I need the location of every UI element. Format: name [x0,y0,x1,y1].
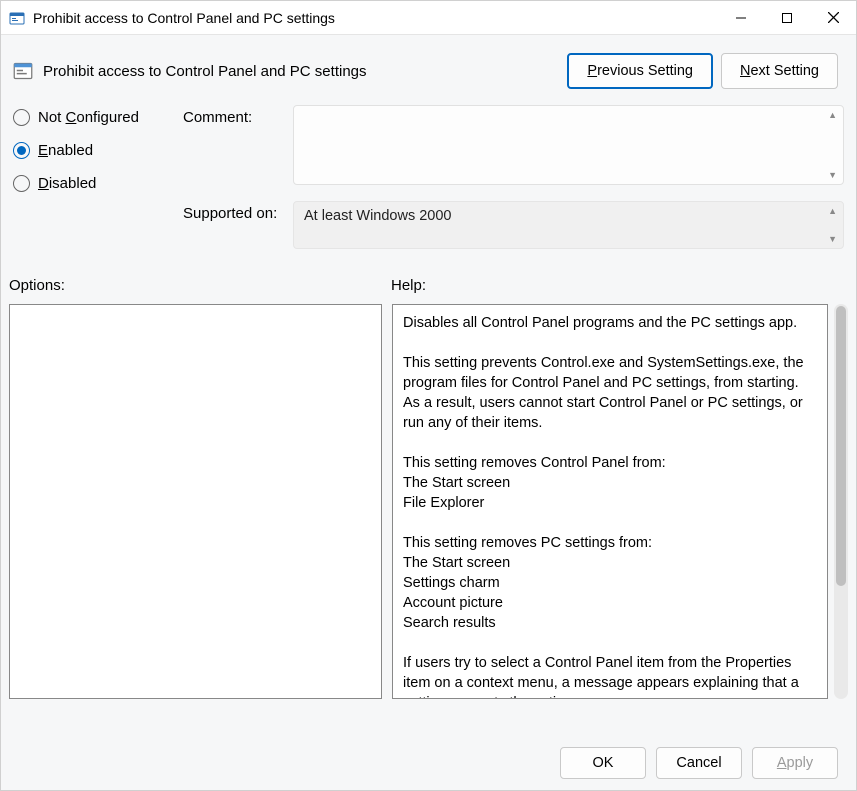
radio-not-configured[interactable]: Not Configured [13,109,183,126]
help-panel[interactable]: Disables all Control Panel programs and … [392,304,828,699]
close-icon [828,12,839,23]
spin-down-icon[interactable]: ▼ [828,234,837,244]
page-title: Prohibit access to Control Panel and PC … [43,63,367,80]
radio-icon [13,142,30,159]
titlebar: Prohibit access to Control Panel and PC … [1,1,856,35]
radio-icon [13,175,30,192]
policy-icon [13,61,33,81]
cancel-button[interactable]: Cancel [656,747,742,779]
radio-disabled[interactable]: Disabled [13,175,183,192]
comment-label: Comment: [183,105,293,185]
config-area: Not Configured Enabled Disabled Comment:… [1,99,856,255]
footer: OK Cancel Apply [1,736,856,790]
scrollbar[interactable] [834,304,848,699]
supported-on-box: At least Windows 2000 ▲ ▼ [293,201,844,249]
close-button[interactable] [810,1,856,35]
app-icon [9,10,25,26]
window-title: Prohibit access to Control Panel and PC … [33,10,335,26]
maximize-button[interactable] [764,1,810,35]
panels: Disables all Control Panel programs and … [1,298,856,736]
comment-input[interactable]: ▲ ▼ [293,105,844,185]
spin-up-icon[interactable]: ▲ [828,206,837,216]
radio-enabled[interactable]: Enabled [13,142,183,159]
dialog-window: Prohibit access to Control Panel and PC … [0,0,857,791]
radio-icon [13,109,30,126]
apply-button[interactable]: Apply [752,747,838,779]
supported-label: Supported on: [183,201,293,249]
supported-on-value: At least Windows 2000 [304,208,452,224]
spin-down-icon[interactable]: ▼ [828,170,837,180]
maximize-icon [782,13,792,23]
scrollbar-thumb[interactable] [836,306,846,586]
previous-setting-button[interactable]: Previous Setting [567,53,713,89]
spin-up-icon[interactable]: ▲ [828,110,837,120]
minimize-button[interactable] [718,1,764,35]
minimize-icon [736,13,746,23]
options-label: Options: [9,277,391,294]
meta-column: Comment: ▲ ▼ Supported on: At least Wind… [183,105,844,255]
header-row: Prohibit access to Control Panel and PC … [1,35,856,99]
options-panel [9,304,382,699]
section-labels: Options: Help: [1,255,856,298]
ok-button[interactable]: OK [560,747,646,779]
help-label: Help: [391,277,426,294]
state-radio-group: Not Configured Enabled Disabled [13,105,183,255]
next-setting-button[interactable]: Next Setting [721,53,838,89]
help-container: Disables all Control Panel programs and … [392,304,848,699]
